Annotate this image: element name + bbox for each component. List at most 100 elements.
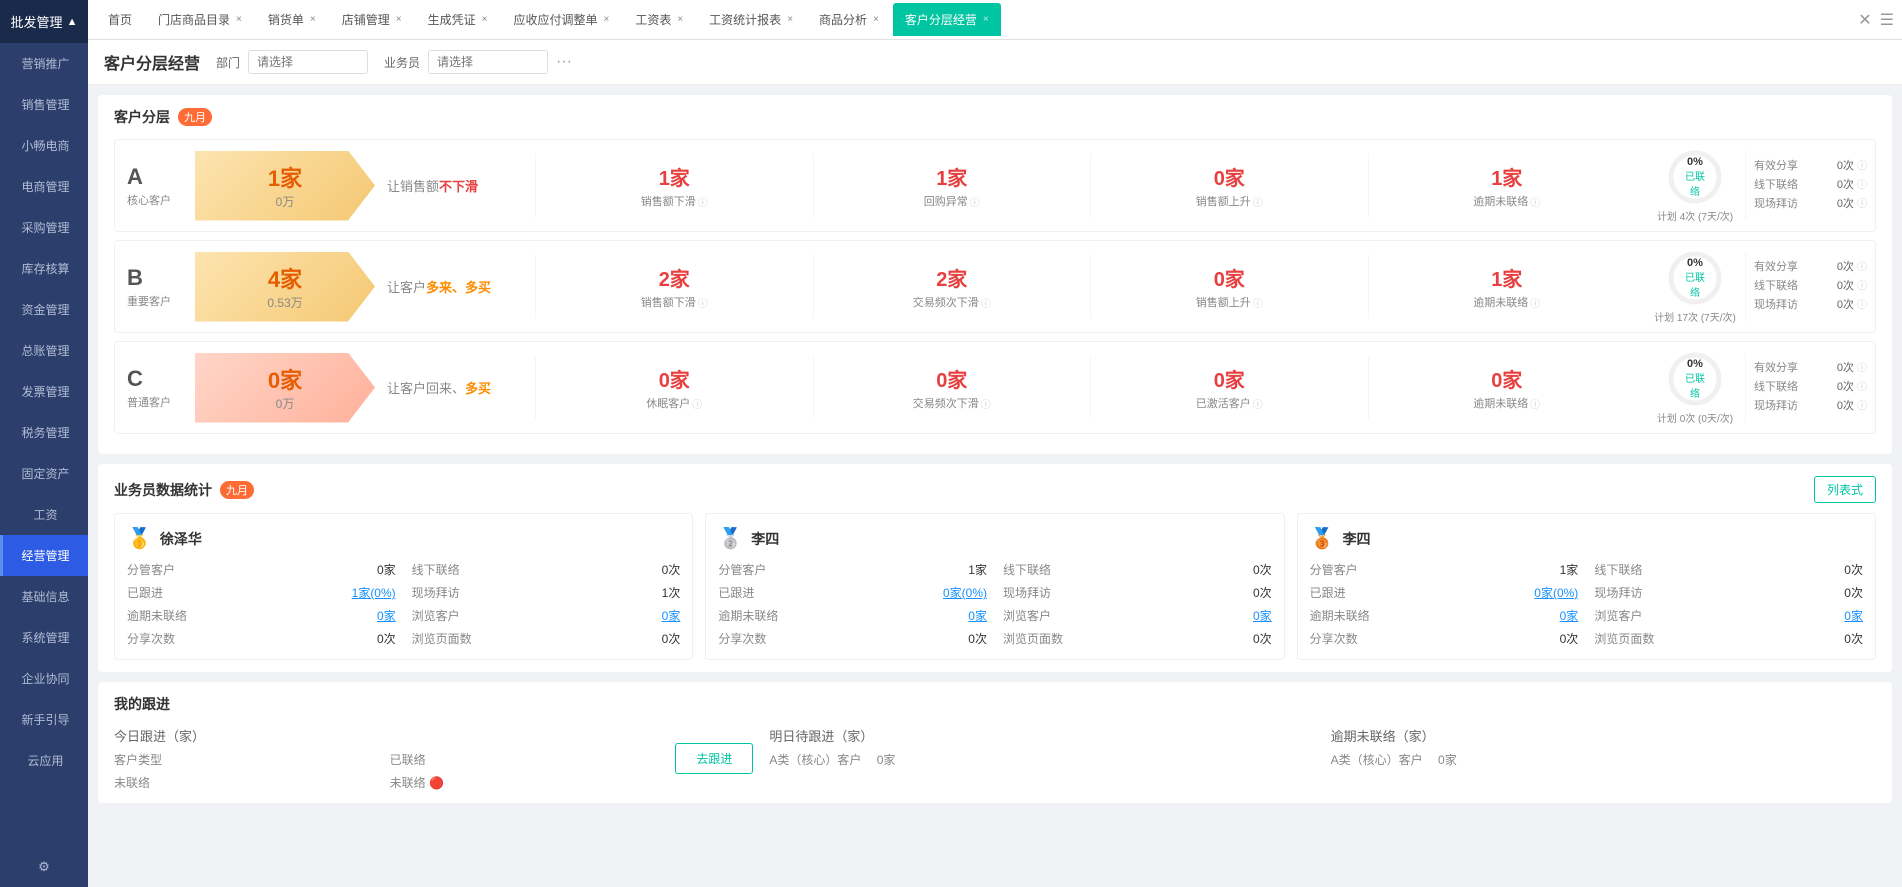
stat-count[interactable]: 0家 bbox=[818, 364, 1087, 393]
sidebar-item-电商管理[interactable]: 电商管理 bbox=[0, 166, 88, 207]
tab-商品分析[interactable]: 商品分析× bbox=[807, 3, 891, 36]
info-icon[interactable]: ⓘ bbox=[1530, 396, 1540, 411]
info-icon[interactable]: ⓘ bbox=[1530, 194, 1540, 209]
tab-应收应付调整单[interactable]: 应收应付调整单× bbox=[501, 3, 621, 36]
stat-count[interactable]: 2家 bbox=[818, 263, 1087, 292]
list-view-button[interactable]: 列表式 bbox=[1814, 476, 1876, 503]
go-followup-button[interactable]: 去跟进 bbox=[675, 743, 753, 774]
staff-stat-val[interactable]: 0家 bbox=[377, 607, 396, 624]
sidebar-item-经营管理[interactable]: 经营管理 bbox=[0, 535, 88, 576]
stat-count[interactable]: 0家 bbox=[1373, 364, 1642, 393]
tab-close-销货单[interactable]: × bbox=[310, 14, 316, 25]
staff-avatar-2: 🥉 bbox=[1310, 526, 1335, 551]
tab-close-all-icon[interactable]: ✕ bbox=[1858, 10, 1871, 30]
tab-close-客户分层经营[interactable]: × bbox=[983, 14, 989, 25]
side-stat-info-icon[interactable]: ⓘ bbox=[1857, 401, 1867, 412]
stat-label: 逾期未联络 ⓘ bbox=[1373, 294, 1642, 310]
info-icon[interactable]: ⓘ bbox=[1253, 194, 1263, 209]
staff-stat-val[interactable]: 0家 bbox=[968, 607, 987, 624]
info-icon[interactable]: ⓘ bbox=[1253, 396, 1263, 411]
tab-close-店铺管理[interactable]: × bbox=[396, 14, 402, 25]
sidebar-header[interactable]: 批发管理 ▲ bbox=[0, 0, 88, 43]
sidebar-item-云应用[interactable]: 云应用 bbox=[0, 740, 88, 781]
side-stat-info-icon[interactable]: ⓘ bbox=[1857, 199, 1867, 210]
info-icon[interactable]: ⓘ bbox=[698, 295, 708, 310]
tab-close-商品分析[interactable]: × bbox=[873, 14, 879, 25]
filter-more-icon[interactable]: ··· bbox=[556, 53, 572, 71]
tab-客户分层经营[interactable]: 客户分层经营× bbox=[893, 3, 1001, 36]
side-stat-info-icon[interactable]: ⓘ bbox=[1857, 382, 1867, 393]
tab-close-门店商品目录[interactable]: × bbox=[236, 14, 242, 25]
stat-count[interactable]: 0家 bbox=[540, 364, 809, 393]
stat-count[interactable]: 0家 bbox=[1095, 162, 1364, 191]
sidebar-collapse-icon[interactable]: ▲ bbox=[67, 16, 78, 28]
stat-count[interactable]: 0家 bbox=[1095, 364, 1364, 393]
staff-header-0: 🥇徐泽华 bbox=[127, 526, 680, 551]
tab-close-工资表[interactable]: × bbox=[677, 14, 683, 25]
stat-count[interactable]: 1家 bbox=[540, 162, 809, 191]
staff-stat-val[interactable]: 1家(0%) bbox=[352, 584, 396, 601]
sidebar-item-营销推广[interactable]: 营销推广 bbox=[0, 43, 88, 84]
dept-filter: 部门 bbox=[216, 50, 368, 74]
tab-门店商品目录[interactable]: 门店商品目录× bbox=[146, 3, 254, 36]
tab-工资统计报表[interactable]: 工资统计报表× bbox=[697, 3, 805, 36]
info-icon[interactable]: ⓘ bbox=[1530, 295, 1540, 310]
stat-count[interactable]: 0家 bbox=[1095, 263, 1364, 292]
side-stat-info-icon[interactable]: ⓘ bbox=[1857, 363, 1867, 374]
tab-工资表[interactable]: 工资表× bbox=[623, 3, 695, 36]
tab-销货单[interactable]: 销货单× bbox=[256, 3, 328, 36]
staff-stat-key: 现场拜访 bbox=[1003, 584, 1051, 601]
sidebar-item-发票管理[interactable]: 发票管理 bbox=[0, 371, 88, 412]
sidebar-item-基础信息[interactable]: 基础信息 bbox=[0, 576, 88, 617]
staff-stat-val[interactable]: 0家 bbox=[1253, 607, 1272, 624]
stat-count[interactable]: 1家 bbox=[1373, 263, 1642, 292]
info-icon[interactable]: ⓘ bbox=[970, 194, 980, 209]
sales-label: 业务员 bbox=[384, 54, 420, 71]
circle-text: 0% 已联络 bbox=[1681, 156, 1710, 198]
sidebar-item-小畅电商[interactable]: 小畅电商 bbox=[0, 125, 88, 166]
info-icon[interactable]: ⓘ bbox=[981, 396, 991, 411]
sidebar-item-总账管理[interactable]: 总账管理 bbox=[0, 330, 88, 371]
tier-label-B: B重要客户 bbox=[115, 249, 195, 325]
stat-count[interactable]: 1家 bbox=[818, 162, 1087, 191]
sidebar-settings[interactable]: ⚙ bbox=[0, 847, 88, 887]
tab-店铺管理[interactable]: 店铺管理× bbox=[330, 3, 414, 36]
info-icon[interactable]: ⓘ bbox=[698, 194, 708, 209]
tab-menu-icon[interactable]: ☰ bbox=[1880, 10, 1894, 30]
dept-select[interactable] bbox=[248, 50, 368, 74]
info-icon[interactable]: ⓘ bbox=[692, 396, 702, 411]
staff-stat-val: 1家 bbox=[968, 561, 987, 578]
side-stat-info-icon[interactable]: ⓘ bbox=[1857, 262, 1867, 273]
staff-stat-val[interactable]: 0家 bbox=[1560, 607, 1579, 624]
side-stat-info-icon[interactable]: ⓘ bbox=[1857, 180, 1867, 191]
tab-close-生成凭证[interactable]: × bbox=[482, 14, 488, 25]
staff-stat-val[interactable]: 0家(0%) bbox=[1534, 584, 1578, 601]
tier-label-C: C普通客户 bbox=[115, 350, 195, 426]
side-stat-info-icon[interactable]: ⓘ bbox=[1857, 300, 1867, 311]
tab-首页[interactable]: 首页 bbox=[96, 3, 144, 36]
tab-close-工资统计报表[interactable]: × bbox=[787, 14, 793, 25]
sidebar-item-税务管理[interactable]: 税务管理 bbox=[0, 412, 88, 453]
sidebar-item-系统管理[interactable]: 系统管理 bbox=[0, 617, 88, 658]
staff-stat-val[interactable]: 0家(0%) bbox=[943, 584, 987, 601]
staff-stat-val[interactable]: 0家 bbox=[662, 607, 681, 624]
sidebar-item-资金管理[interactable]: 资金管理 bbox=[0, 289, 88, 330]
sales-select[interactable] bbox=[428, 50, 548, 74]
sidebar-item-库存核算[interactable]: 库存核算 bbox=[0, 248, 88, 289]
info-icon[interactable]: ⓘ bbox=[1253, 295, 1263, 310]
staff-stat-key: 浏览页面数 bbox=[1003, 630, 1063, 647]
sidebar-item-固定资产[interactable]: 固定资产 bbox=[0, 453, 88, 494]
sidebar-item-企业协同[interactable]: 企业协同 bbox=[0, 658, 88, 699]
tab-生成凭证[interactable]: 生成凭证× bbox=[416, 3, 500, 36]
sidebar-item-销售管理[interactable]: 销售管理 bbox=[0, 84, 88, 125]
info-icon[interactable]: ⓘ bbox=[981, 295, 991, 310]
stat-count[interactable]: 1家 bbox=[1373, 162, 1642, 191]
sidebar-item-新手引导[interactable]: 新手引导 bbox=[0, 699, 88, 740]
stat-count[interactable]: 2家 bbox=[540, 263, 809, 292]
tab-close-应收应付调整单[interactable]: × bbox=[603, 14, 609, 25]
sidebar-item-工资[interactable]: 工资 bbox=[0, 494, 88, 535]
sidebar-item-采购管理[interactable]: 采购管理 bbox=[0, 207, 88, 248]
side-stat-info-icon[interactable]: ⓘ bbox=[1857, 161, 1867, 172]
staff-stat-val[interactable]: 0家 bbox=[1844, 607, 1863, 624]
side-stat-info-icon[interactable]: ⓘ bbox=[1857, 281, 1867, 292]
